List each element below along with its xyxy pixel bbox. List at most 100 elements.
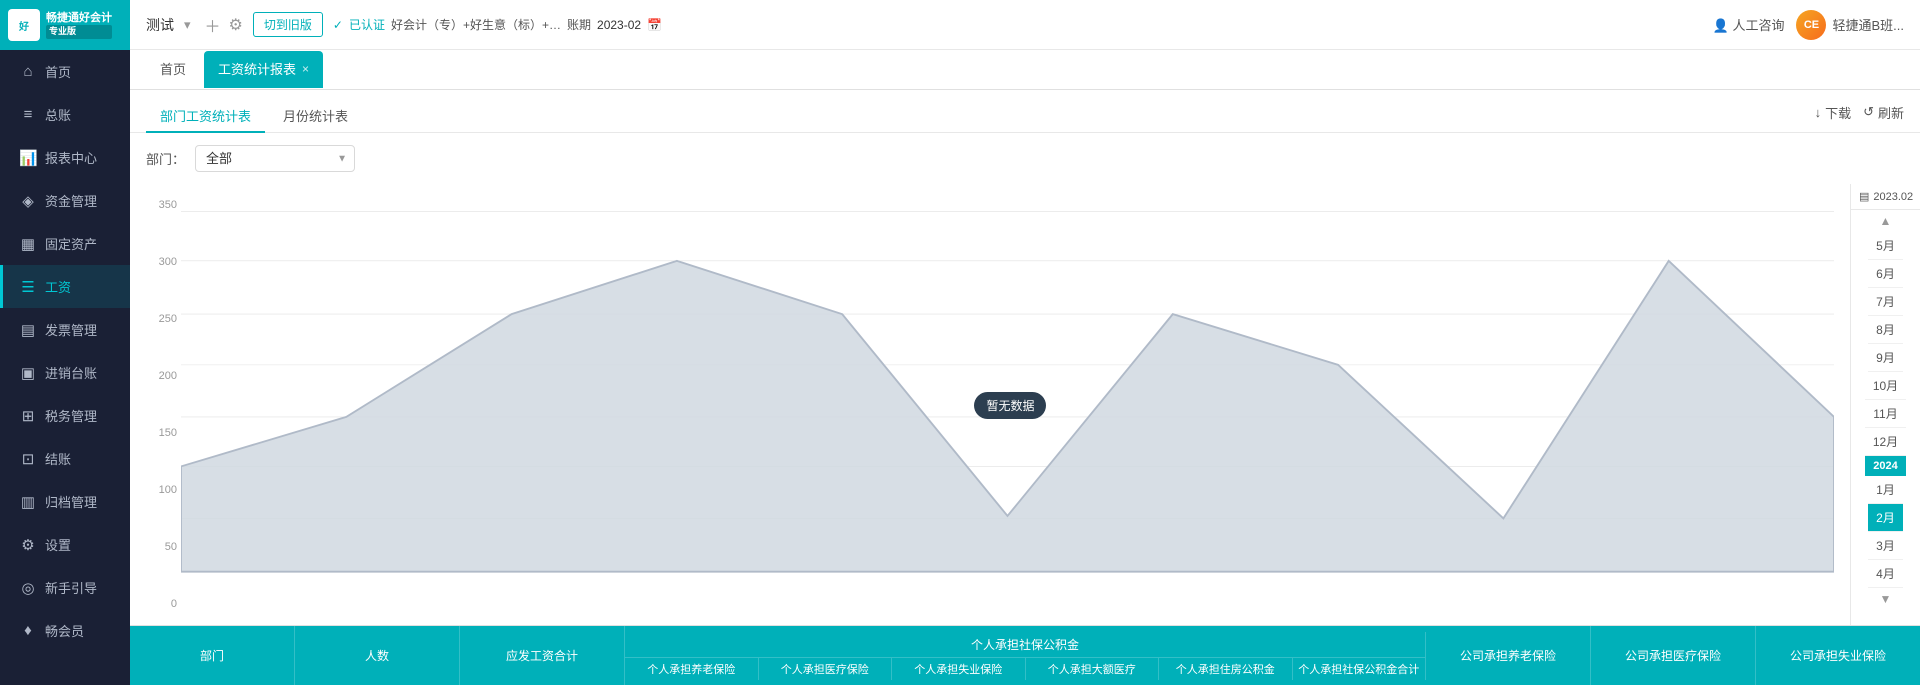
sidebar-item-payroll[interactable]: ☰ 工资 — [0, 265, 130, 308]
sidebar-label-sales: 进销台账 — [45, 363, 97, 382]
sub-tab-department-label: 部门工资统计表 — [160, 109, 251, 124]
tab-home[interactable]: 首页 — [146, 51, 200, 88]
sidebar-item-settle[interactable]: ⊡ 结账 — [0, 437, 130, 480]
refresh-button[interactable]: ↺ 刷新 — [1863, 103, 1904, 122]
sub-tab-monthly-label: 月份统计表 — [283, 109, 348, 124]
certified-icon: ✓ — [333, 18, 343, 32]
settle-icon: ⊡ — [19, 450, 37, 468]
topbar-title: 测试 — [146, 15, 174, 35]
department-select-wrapper: 全部 财务部 销售部 技术部 行政部 — [195, 145, 355, 172]
date-item-10[interactable]: 10月 — [1865, 372, 1906, 400]
th-company-medical-label: 公司承担医疗保险 — [1625, 647, 1721, 664]
refresh-icon: ↺ — [1863, 104, 1874, 120]
period-label: 账期 — [567, 16, 591, 33]
date-item-4[interactable]: 4月 — [1868, 560, 1903, 588]
th-personal-critical: 个人承担大额医疗 — [1026, 658, 1160, 680]
date-item-11[interactable]: 11月 — [1865, 400, 1905, 428]
archive-icon: ▥ — [19, 493, 37, 511]
logo-icon: 好 — [8, 9, 40, 41]
sidebar-item-funds[interactable]: ◈ 资金管理 — [0, 179, 130, 222]
date-panel-header: ▤ 2023.02 — [1851, 184, 1920, 210]
sidebar-item-sales[interactable]: ▣ 进销台账 — [0, 351, 130, 394]
sidebar: 好 畅捷通好会计 专业版 ⌂ 首页 ≡ 总账 📊 报表中心 ◈ 资金管理 ▦ 固… — [0, 0, 130, 685]
settings-button[interactable]: ⚙ — [229, 15, 243, 35]
sidebar-label-assets: 固定资产 — [45, 234, 97, 253]
sub-tab-department[interactable]: 部门工资统计表 — [146, 100, 265, 133]
sidebar-item-archive[interactable]: ▥ 归档管理 — [0, 480, 130, 523]
sidebar-item-home[interactable]: ⌂ 首页 — [0, 50, 130, 93]
topbar-dropdown-arrow[interactable]: ▾ — [184, 17, 191, 33]
th-department: 部门 — [130, 626, 295, 685]
add-button[interactable]: ＋ — [205, 13, 221, 37]
switch-version-button[interactable]: 切到旧版 — [253, 12, 323, 37]
sub-tabs-left: 部门工资统计表 月份统计表 — [146, 100, 362, 132]
sidebar-item-assets[interactable]: ▦ 固定资产 — [0, 222, 130, 265]
sidebar-label-member: 畅会员 — [45, 621, 84, 640]
sidebar-item-settings[interactable]: ⚙ 设置 — [0, 523, 130, 566]
th-department-label: 部门 — [200, 647, 224, 664]
sidebar-item-tax[interactable]: ⊞ 税务管理 — [0, 394, 130, 437]
th-group-personal: 个人承担社保公积金 个人承担养老保险 个人承担医疗保险 个人承担失业保险 个人承… — [625, 632, 1426, 680]
sub-tab-monthly[interactable]: 月份统计表 — [269, 100, 362, 133]
sidebar-label-payroll: 工资 — [45, 277, 71, 296]
date-item-8[interactable]: 8月 — [1868, 316, 1903, 344]
date-item-1[interactable]: 1月 — [1868, 476, 1903, 504]
line-chart-container: 暂无数据 — [181, 194, 1834, 615]
filter-label: 部门： — [146, 149, 185, 168]
y-label-200: 200 — [159, 370, 181, 382]
y-label-0: 0 — [171, 598, 181, 610]
date-nav-up[interactable]: ▲ — [1851, 210, 1920, 232]
th-company-pension: 公司承担养老保险 — [1426, 626, 1591, 685]
th-company-medical: 公司承担医疗保险 — [1591, 626, 1756, 685]
tab-close-button[interactable]: × — [302, 62, 309, 76]
sidebar-item-reports[interactable]: 📊 报表中心 — [0, 136, 130, 179]
date-item-2[interactable]: 2月 — [1868, 504, 1903, 532]
date-item-6[interactable]: 6月 — [1868, 260, 1903, 288]
sidebar-item-member[interactable]: ♦ 畅会员 — [0, 609, 130, 652]
th-company-pension-label: 公司承担养老保险 — [1460, 647, 1556, 664]
y-label-50: 50 — [165, 541, 181, 553]
sidebar-item-guide[interactable]: ◎ 新手引导 — [0, 566, 130, 609]
tab-salary-report[interactable]: 工资统计报表 × — [204, 51, 323, 88]
calendar-icon[interactable]: 📅 — [647, 18, 662, 32]
sidebar-label-tax: 税务管理 — [45, 406, 97, 425]
main-content: 测试 ▾ ＋ ⚙ 切到旧版 ✓ 已认证 好会计（专）+好生意（标）+… 账期 2… — [130, 0, 1920, 685]
sidebar-item-ledger[interactable]: ≡ 总账 — [0, 93, 130, 136]
certified-label: 已认证 — [349, 16, 385, 33]
th-personal-medical: 个人承担医疗保险 — [759, 658, 893, 680]
th-personal-pension: 个人承担养老保险 — [625, 658, 759, 680]
guide-icon: ◎ — [19, 579, 37, 597]
tab-home-label: 首页 — [160, 59, 186, 78]
sidebar-label-settings: 设置 — [45, 535, 71, 554]
area-path — [181, 261, 1834, 572]
consult-link[interactable]: 👤 人工咨询 — [1713, 15, 1785, 34]
sidebar-label-guide: 新手引导 — [45, 578, 97, 597]
y-label-300: 300 — [159, 256, 181, 268]
status-tags: 好会计（专）+好生意（标）+… — [391, 16, 561, 33]
sidebar-label-home: 首页 — [45, 62, 71, 81]
th-total-salary: 应发工资合计 — [460, 626, 625, 685]
y-label-350: 350 — [159, 199, 181, 211]
th-personal-housing-label: 个人承担住房公积金 — [1176, 661, 1275, 677]
th-headcount: 人数 — [295, 626, 460, 685]
home-icon: ⌂ — [19, 63, 37, 80]
date-item-3[interactable]: 3月 — [1868, 532, 1903, 560]
date-item-7[interactable]: 7月 — [1868, 288, 1903, 316]
department-select[interactable]: 全部 财务部 销售部 技术部 行政部 — [195, 145, 355, 172]
sidebar-item-invoice[interactable]: ▤ 发票管理 — [0, 308, 130, 351]
date-nav-down[interactable]: ▼ — [1851, 588, 1920, 610]
th-headcount-label: 人数 — [365, 647, 389, 664]
date-item-5[interactable]: 5月 — [1868, 232, 1903, 260]
sidebar-label-funds: 资金管理 — [45, 191, 97, 210]
th-personal-unemploy: 个人承担失业保险 — [892, 658, 1026, 680]
date-item-9[interactable]: 9月 — [1868, 344, 1903, 372]
th-total-salary-label: 应发工资合计 — [506, 647, 578, 664]
y-axis: 350 300 250 200 150 100 50 0 — [146, 194, 181, 615]
member-icon: ♦ — [19, 622, 37, 639]
assets-icon: ▦ — [19, 235, 37, 253]
th-personal-medical-label: 个人承担医疗保险 — [781, 661, 869, 677]
period-value: 2023-02 — [597, 18, 641, 32]
reports-icon: 📊 — [19, 149, 37, 167]
date-item-12[interactable]: 12月 — [1865, 428, 1906, 456]
download-button[interactable]: ↓ 下载 — [1815, 103, 1852, 122]
